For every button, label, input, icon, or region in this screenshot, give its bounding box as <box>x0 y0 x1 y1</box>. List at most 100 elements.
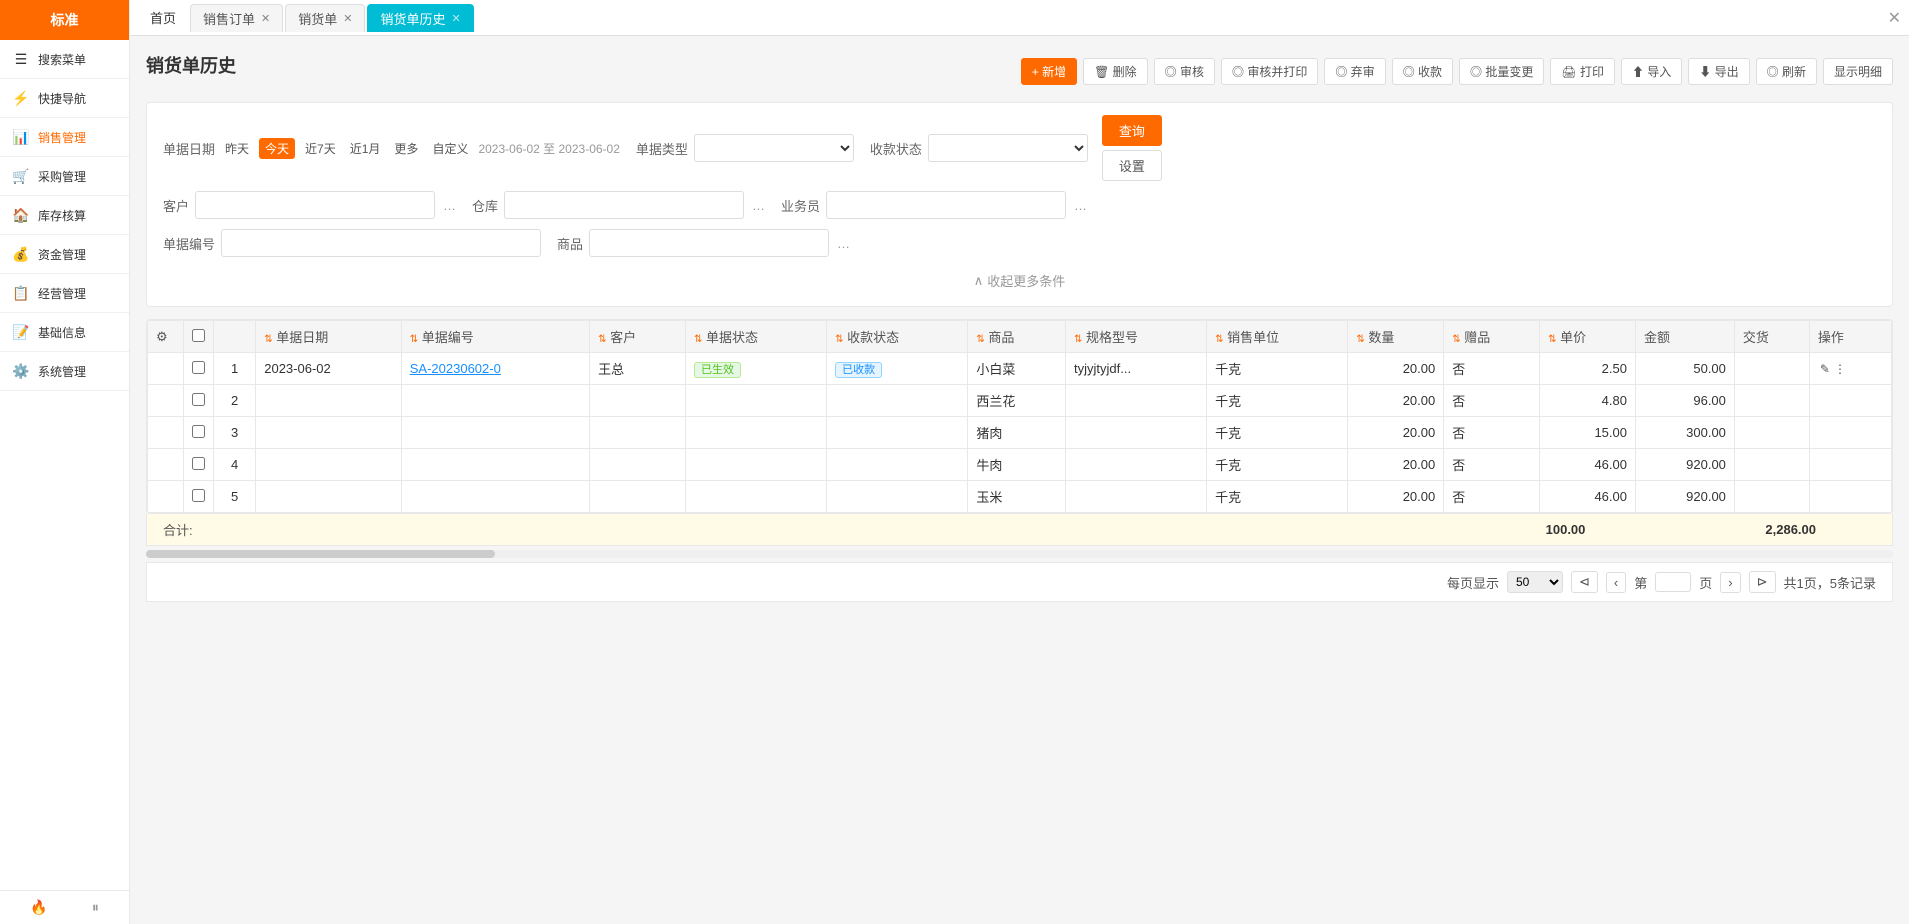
select-all-checkbox[interactable] <box>192 329 205 342</box>
sort-customer-icon[interactable]: ⇅ <box>598 334 606 345</box>
audit-button[interactable]: ◎ 审核 <box>1154 58 1215 85</box>
tab-home[interactable]: 首页 <box>138 4 188 32</box>
row-checkbox-0[interactable] <box>192 361 205 374</box>
setting-button[interactable]: 设置 <box>1102 150 1162 181</box>
row-checkbox-3[interactable] <box>192 457 205 470</box>
print-button[interactable]: 🖨 打印 <box>1550 58 1615 85</box>
customer-more-dots[interactable]: … <box>443 198 456 213</box>
sidebar-fire-icon[interactable]: 🔥 <box>30 899 47 916</box>
tab-sales-goods[interactable]: 销货单 ✕ <box>285 4 365 32</box>
show-detail-button[interactable]: 显示明细 <box>1823 58 1893 85</box>
sort-doc-no-icon[interactable]: ⇅ <box>410 334 418 345</box>
date-btn-more[interactable]: 更多 <box>390 138 422 159</box>
th-settings[interactable]: ⚙ <box>148 321 184 353</box>
new-button[interactable]: + 新增 <box>1021 58 1077 85</box>
tab-sales-order[interactable]: 销售订单 ✕ <box>190 4 283 32</box>
th-spec[interactable]: ⇅ 规格型号 <box>1065 321 1206 353</box>
staff-input[interactable] <box>826 191 1066 219</box>
tab-sales-history-close[interactable]: ✕ <box>452 12 461 25</box>
row-checkbox-4[interactable] <box>192 489 205 502</box>
sort-qty-icon[interactable]: ⇅ <box>1356 334 1364 345</box>
sort-doc-date-icon[interactable]: ⇅ <box>264 334 272 345</box>
date-btn-yesterday[interactable]: 昨天 <box>221 138 253 159</box>
sort-spec-icon[interactable]: ⇅ <box>1074 334 1082 345</box>
sidebar-item-finance-mgmt[interactable]: 💰 资金管理 <box>0 235 129 274</box>
audit-print-button[interactable]: ◎ 审核并打印 <box>1221 58 1318 85</box>
sidebar-item-sales-mgmt[interactable]: 📊 销售管理 <box>0 118 129 157</box>
last-page-button[interactable]: ⊳ <box>1749 571 1776 593</box>
date-btn-custom[interactable]: 自定义 <box>428 138 472 159</box>
sidebar-item-inventory[interactable]: 🏠 库存核算 <box>0 196 129 235</box>
page-number-input[interactable]: 1 <box>1655 572 1691 592</box>
page-size-select[interactable]: 50 100 200 <box>1507 571 1563 593</box>
delete-button[interactable]: 🗑 删除 <box>1083 58 1148 85</box>
sidebar-item-purchase-mgmt[interactable]: 🛒 采购管理 <box>0 157 129 196</box>
sidebar-item-basic-info[interactable]: 📝 基础信息 <box>0 313 129 352</box>
staff-more-dots[interactable]: … <box>1074 198 1087 213</box>
sort-unit-price-icon[interactable]: ⇅ <box>1548 334 1556 345</box>
cell-check[interactable] <box>184 449 214 481</box>
tab-sales-order-close[interactable]: ✕ <box>261 12 270 25</box>
docno-input[interactable] <box>221 229 541 257</box>
first-page-button[interactable]: ⊲ <box>1571 571 1598 593</box>
sidebar-pause-icon[interactable]: ⏸ <box>92 899 99 916</box>
goods-more-dots[interactable]: … <box>837 236 850 251</box>
refresh-button[interactable]: ◎ 刷新 <box>1756 58 1817 85</box>
next-page-button[interactable]: › <box>1720 572 1740 593</box>
query-button[interactable]: 查询 <box>1102 115 1162 146</box>
th-doc-status[interactable]: ⇅ 单据状态 <box>685 321 826 353</box>
sort-goods-icon[interactable]: ⇅ <box>976 334 984 345</box>
th-check[interactable] <box>184 321 214 353</box>
sort-doc-status-icon[interactable]: ⇅ <box>694 334 702 345</box>
th-customer[interactable]: ⇅ 客户 <box>590 321 686 353</box>
th-gift[interactable]: ⇅ 赠品 <box>1444 321 1540 353</box>
prev-page-button[interactable]: ‹ <box>1606 572 1626 593</box>
sidebar-item-quick-nav[interactable]: ⚡ 快捷导航 <box>0 79 129 118</box>
date-btn-today[interactable]: 今天 <box>259 138 295 159</box>
date-btn-7days[interactable]: 近7天 <box>301 138 340 159</box>
cell-check[interactable] <box>184 417 214 449</box>
th-sale-unit[interactable]: ⇅ 销售单位 <box>1207 321 1348 353</box>
th-goods[interactable]: ⇅ 商品 <box>968 321 1066 353</box>
cell-check[interactable] <box>184 385 214 417</box>
sort-gift-icon[interactable]: ⇅ <box>1452 334 1460 345</box>
collapse-button[interactable]: ∧ 收起更多条件 <box>163 267 1876 294</box>
date-btn-1month[interactable]: 近1月 <box>346 138 385 159</box>
th-receive-status[interactable]: ⇅ 收款状态 <box>827 321 968 353</box>
sidebar-item-sys-mgmt[interactable]: ⚙️ 系统管理 <box>0 352 129 391</box>
cell-check[interactable] <box>184 353 214 385</box>
tab-sales-history[interactable]: 销货单历史 ✕ <box>367 4 473 32</box>
tab-close-all[interactable]: ✕ <box>1888 8 1901 28</box>
doctype-select[interactable] <box>694 134 854 162</box>
sort-receive-status-icon[interactable]: ⇅ <box>835 334 843 345</box>
receive-button[interactable]: ◎ 收款 <box>1392 58 1453 85</box>
tab-sales-goods-close[interactable]: ✕ <box>343 12 352 25</box>
goods-input[interactable] <box>589 229 829 257</box>
horizontal-scrollbar[interactable] <box>146 550 1893 558</box>
doc-no-link[interactable]: SA-20230602-0 <box>410 361 501 376</box>
warehouse-input[interactable] <box>504 191 744 219</box>
cell-check[interactable] <box>184 481 214 513</box>
page-label: 页 <box>1699 573 1712 592</box>
op-edit-icon[interactable]: ✎ <box>1820 362 1830 376</box>
scrollbar-thumb[interactable] <box>146 550 495 558</box>
customer-input[interactable] <box>195 191 435 219</box>
import-button[interactable]: ⬆ 导入 <box>1621 58 1682 85</box>
sidebar-item-search-menu[interactable]: ☰ 搜索菜单 <box>0 40 129 79</box>
row-checkbox-2[interactable] <box>192 425 205 438</box>
warehouse-more-dots[interactable]: … <box>752 198 765 213</box>
receive-status-select[interactable] <box>928 134 1088 162</box>
op-more-icon[interactable]: ⋮ <box>1834 362 1846 376</box>
cell-gift: 否 <box>1444 353 1540 385</box>
sort-sale-unit-icon[interactable]: ⇅ <box>1215 334 1223 345</box>
discard-button[interactable]: ◎ 弃审 <box>1324 58 1385 85</box>
cell-qty: 20.00 <box>1348 353 1444 385</box>
th-doc-no[interactable]: ⇅ 单据编号 <box>401 321 589 353</box>
export-button[interactable]: ⬇ 导出 <box>1688 58 1749 85</box>
th-doc-date[interactable]: ⇅ 单据日期 <box>256 321 402 353</box>
th-unit-price[interactable]: ⇅ 单价 <box>1540 321 1636 353</box>
th-qty[interactable]: ⇅ 数量 <box>1348 321 1444 353</box>
row-checkbox-1[interactable] <box>192 393 205 406</box>
batch-change-button[interactable]: ◎ 批量变更 <box>1459 58 1544 85</box>
sidebar-item-ops-mgmt[interactable]: 📋 经营管理 <box>0 274 129 313</box>
